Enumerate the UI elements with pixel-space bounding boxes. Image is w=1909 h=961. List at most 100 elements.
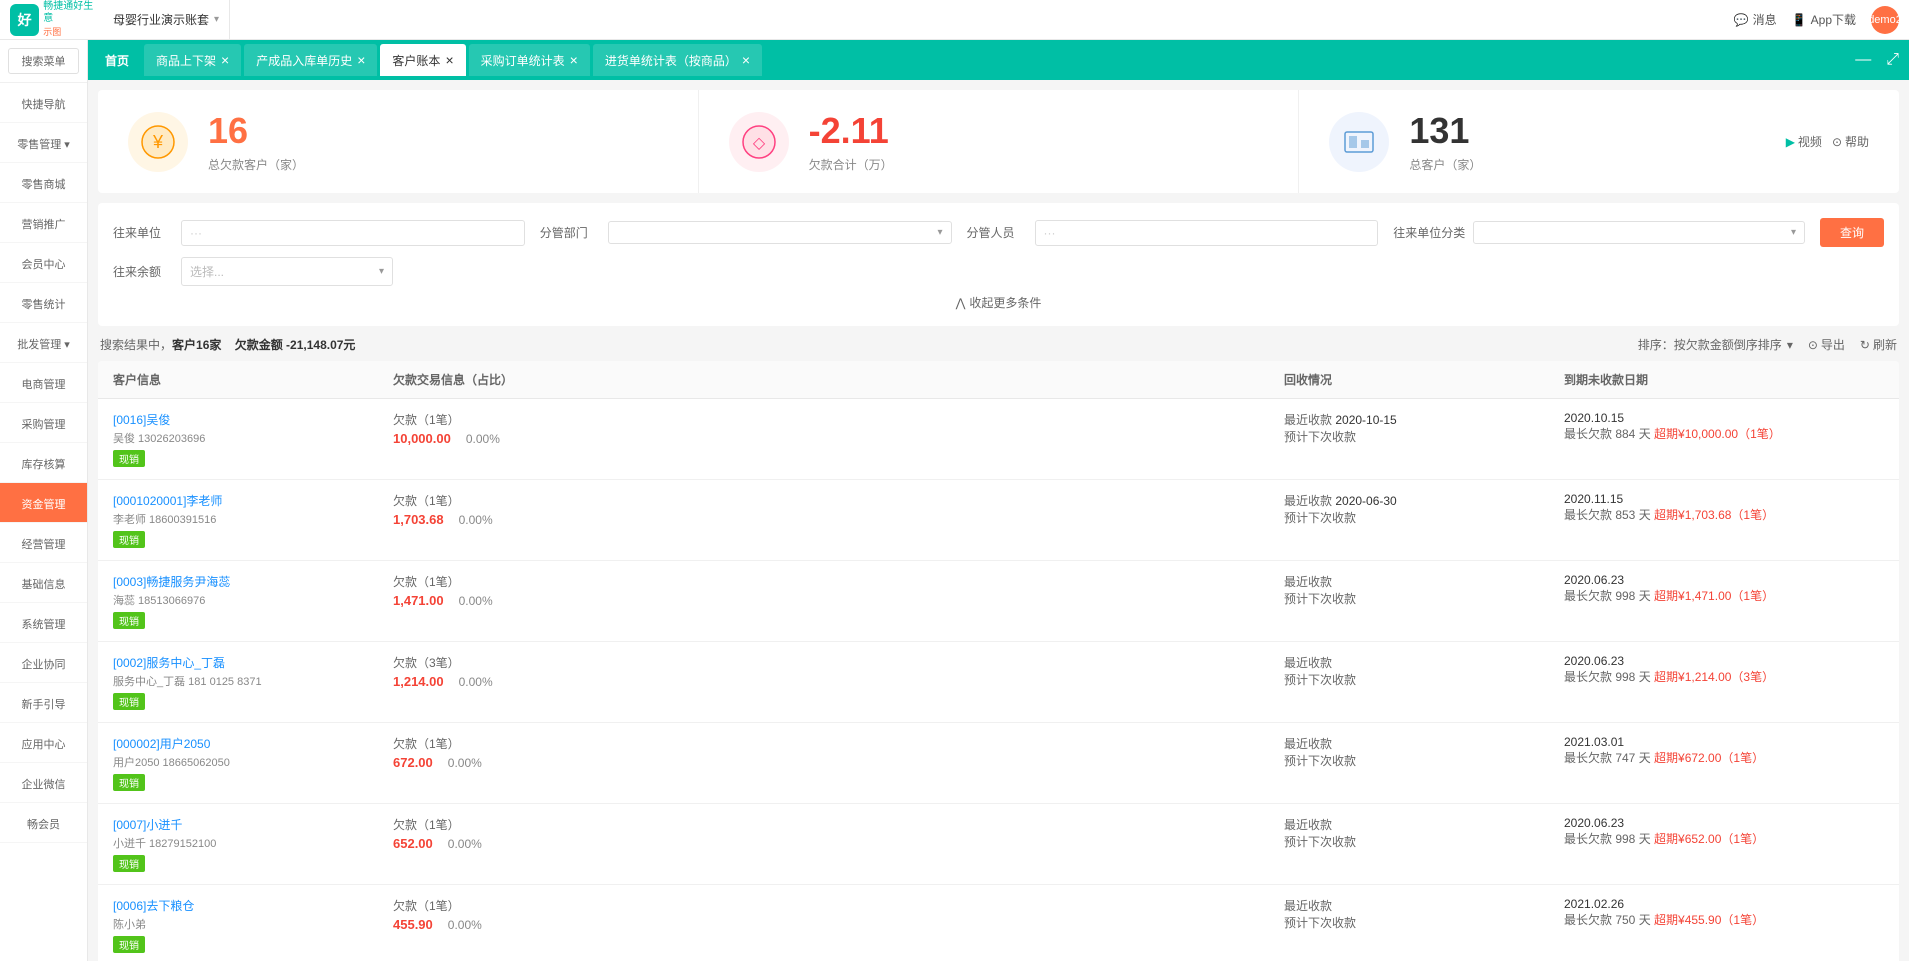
customer-phone-7: 陈小弟 (113, 916, 393, 932)
sidebar-item-system[interactable]: 系统管理 (0, 603, 87, 643)
sidebar-search-area: 搜索菜单 (0, 40, 87, 83)
sidebar-item-quick-nav[interactable]: 快捷导航 (0, 83, 87, 123)
customer-link-1[interactable]: [0016]吴俊 (113, 413, 170, 427)
sidebar-item-enterprise[interactable]: 企业协同 (0, 643, 87, 683)
tab-products[interactable]: 商品上下架 × (144, 44, 241, 76)
help-button[interactable]: ⊙ 帮助 (1832, 133, 1869, 150)
filter-row-2: 往来余额 选择... ▾ (113, 257, 1884, 286)
debt-ratio-6: 0.00% (448, 837, 482, 851)
sidebar-item-member[interactable]: 会员中心 (0, 243, 87, 283)
sidebar-item-retail-mgmt[interactable]: 零售管理 ▾ (0, 123, 87, 163)
industry-selector[interactable]: 母婴行业演示账套 ▾ (103, 0, 230, 39)
tab-customer-account[interactable]: 客户账本 × (380, 44, 465, 76)
customer-phone-6: 小迸千 18279152100 (113, 835, 393, 851)
search-menu-button[interactable]: 搜索菜单 (8, 48, 79, 74)
customer-cell-2: [0001020001]李老师 李老师 18600391516 现销 (113, 492, 393, 548)
dept-select[interactable]: ▾ (608, 221, 952, 244)
export-button[interactable]: ⊙ 导出 (1808, 336, 1845, 353)
sidebar-item-guide[interactable]: 新手引导 (0, 683, 87, 723)
result-summary-text: 搜索结果中，客户16家 欠款金额 -21,148.07元 (100, 336, 355, 353)
recovery-cell-6: 最近收款 预计下次收款 (1284, 816, 1564, 850)
sort-selector[interactable]: 排序：按欠款金额倒序排序 ▾ (1638, 336, 1793, 353)
customer-link-2[interactable]: [0001020001]李老师 (113, 494, 222, 508)
card-actions: ▶ 视频 ⊙ 帮助 (1786, 133, 1869, 150)
customer-link-5[interactable]: [000002]用户2050 (113, 737, 210, 751)
overdue-cell-7: 2021.02.26 最长欠款 750 天 超期¥455.90（1笔） (1564, 897, 1884, 928)
user-avatar[interactable]: demo2 (1871, 6, 1899, 34)
customer-link-6[interactable]: [0007]小迸千 (113, 818, 182, 832)
tab-customer-account-close[interactable]: × (445, 52, 453, 68)
sidebar-item-inventory[interactable]: 库存核算 (0, 443, 87, 483)
recovery-cell-2: 最近收款 2020-06-30 预计下次收款 (1284, 492, 1564, 526)
unit-type-select[interactable]: ▾ (1473, 221, 1805, 244)
table-row: [0002]服务中心_丁磊 服务中心_丁磊 181 0125 8371 现销 欠… (98, 642, 1899, 723)
card-info-customers: 16 总欠款客户（家） (208, 110, 304, 173)
collapse-button[interactable]: ⋀ 收起更多条件 (956, 294, 1042, 311)
help-icon: ⊙ (1832, 135, 1842, 149)
card-icon-total (1329, 112, 1389, 172)
customer-phone-2: 李老师 18600391516 (113, 511, 393, 527)
sidebar-item-basic-info[interactable]: 基础信息 (0, 563, 87, 603)
window-maximize-button[interactable]: ⤢ (1881, 51, 1904, 69)
from-unit-input[interactable]: ··· (181, 220, 525, 246)
summary-cards: ¥ 16 总欠款客户（家） ◇ (98, 90, 1899, 193)
filter-area: 往来单位 ··· 分管部门 ▾ (98, 203, 1899, 326)
sidebar-item-finance[interactable]: 资金管理 (0, 483, 87, 523)
overdue-link-4[interactable]: 超期¥1,214.00（3笔） (1654, 670, 1774, 684)
sidebar-item-vip[interactable]: 畅会员 (0, 803, 87, 843)
sidebar-item-app-center[interactable]: 应用中心 (0, 723, 87, 763)
overdue-link-3[interactable]: 超期¥1,471.00（1笔） (1654, 589, 1774, 603)
customer-tag-3: 现销 (113, 612, 145, 629)
sidebar-item-batch-mgmt[interactable]: 批发管理 ▾ (0, 323, 87, 363)
tab-history[interactable]: 产成品入库单历史 × (244, 44, 377, 76)
sidebar-item-operations[interactable]: 经营管理 (0, 523, 87, 563)
logo-icon: 好 (10, 4, 39, 36)
result-actions: 排序：按欠款金额倒序排序 ▾ ⊙ 导出 ↻ 刷新 (1638, 336, 1897, 353)
balance-select[interactable]: 选择... ▾ (181, 257, 393, 286)
col-customer-info: 客户信息 (113, 371, 393, 388)
from-unit-label: 往来单位 (113, 224, 173, 241)
debt-cell-4: 欠款（3笔） 1,214.00 0.00% (393, 654, 1284, 689)
total-debt-customers-label: 总欠款客户（家） (208, 156, 304, 173)
overdue-link-5[interactable]: 超期¥672.00（1笔） (1654, 751, 1764, 765)
customer-tag-7: 现销 (113, 936, 145, 953)
logo-text: 畅捷通好生意 (43, 1, 98, 25)
refresh-button[interactable]: ↻ 刷新 (1860, 336, 1897, 353)
customer-tag-1: 现销 (113, 450, 145, 467)
customer-link-4[interactable]: [0002]服务中心_丁磊 (113, 656, 225, 670)
tab-history-close[interactable]: × (357, 52, 365, 68)
sidebar-item-purchase[interactable]: 采购管理 (0, 403, 87, 443)
sidebar-item-ecommerce[interactable]: 电商管理 (0, 363, 87, 403)
dept-dropdown-icon: ▾ (937, 227, 942, 238)
sidebar-item-marketing[interactable]: 营销推广 (0, 203, 87, 243)
overdue-link-2[interactable]: 超期¥1,703.68（1笔） (1654, 508, 1774, 522)
tab-inventory-stats[interactable]: 进货单统计表（按商品） × (593, 44, 762, 76)
summary-card-customers: ¥ 16 总欠款客户（家） (98, 90, 699, 193)
sidebar-item-retail-store[interactable]: 零售商城 (0, 163, 87, 203)
overdue-link-7[interactable]: 超期¥455.90（1笔） (1654, 913, 1764, 927)
video-button[interactable]: ▶ 视频 (1786, 133, 1822, 150)
tab-products-close[interactable]: × (221, 52, 229, 68)
tab-home[interactable]: 首页 (93, 44, 141, 76)
overdue-link-1[interactable]: 超期¥10,000.00（1笔） (1654, 427, 1781, 441)
manager-input[interactable]: ··· (1035, 220, 1379, 246)
dept-label: 分管部门 (540, 224, 600, 241)
sidebar-item-retail-stats[interactable]: 零售统计 (0, 283, 87, 323)
customer-link-7[interactable]: [0006]去下粮仓 (113, 899, 194, 913)
tab-purchase-order-close[interactable]: × (570, 52, 578, 68)
tab-purchase-order[interactable]: 采购订单统计表 × (469, 44, 590, 76)
tab-inventory-stats-close[interactable]: × (742, 52, 750, 68)
message-button[interactable]: 💬 消息 (1734, 11, 1777, 28)
recovery-cell-1: 最近收款 2020-10-15 预计下次收款 (1284, 411, 1564, 445)
industry-dropdown-icon: ▾ (214, 14, 219, 25)
col-overdue: 到期未收款日期 (1564, 371, 1884, 388)
customer-link-3[interactable]: [0003]畅捷服务尹海蕊 (113, 575, 230, 589)
logo-area: 好 畅捷通好生意 示图 (10, 1, 98, 38)
window-minimize-button[interactable]: — (1850, 51, 1876, 69)
overdue-link-6[interactable]: 超期¥652.00（1笔） (1654, 832, 1764, 846)
sidebar-item-wechat[interactable]: 企业微信 (0, 763, 87, 803)
app-download-button[interactable]: 📱 App下载 (1792, 11, 1856, 28)
debt-ratio-7: 0.00% (448, 918, 482, 932)
filter-from-unit: 往来单位 ··· (113, 220, 525, 246)
query-button[interactable]: 查询 (1820, 218, 1884, 247)
